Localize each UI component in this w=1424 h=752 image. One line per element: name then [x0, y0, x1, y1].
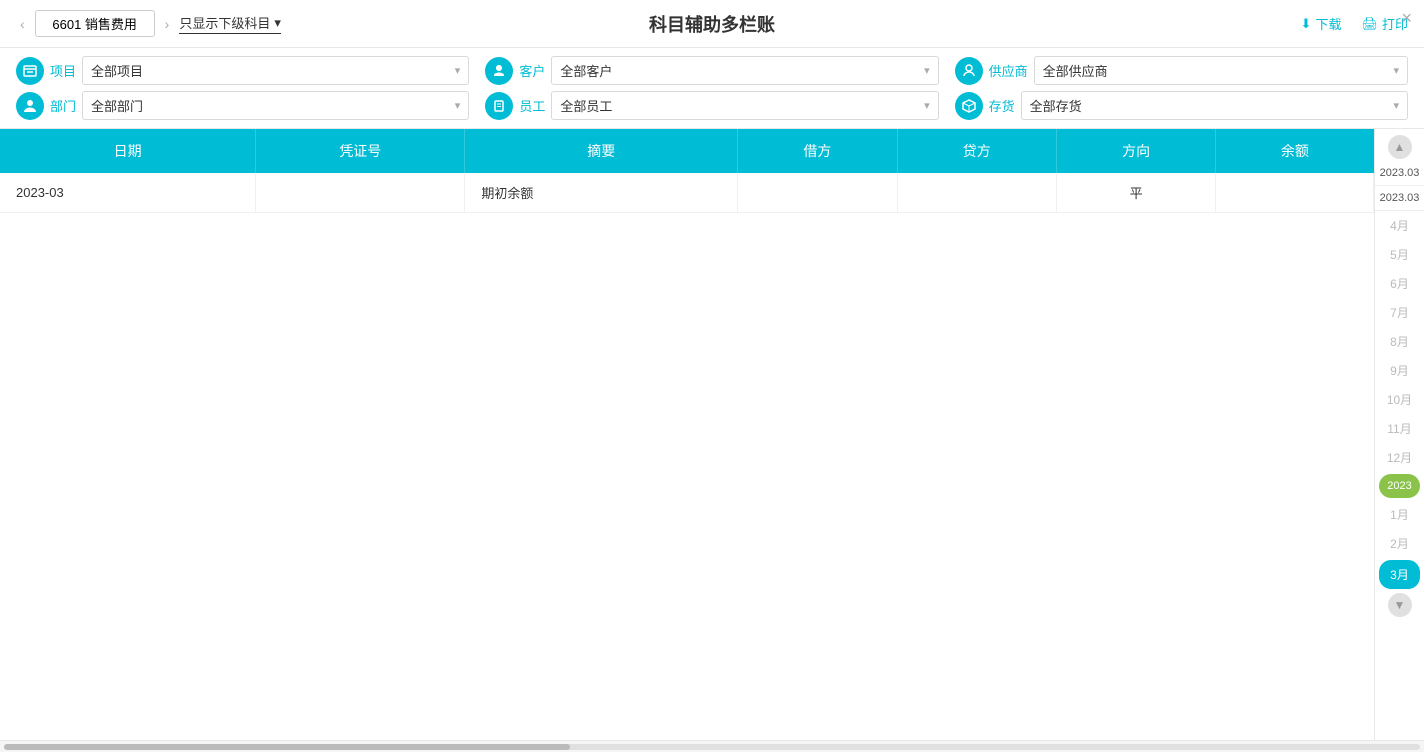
- customer-label: 客户: [519, 61, 545, 80]
- employee-label: 员工: [519, 96, 545, 115]
- title-actions: ⬇ 下载 🖨 打印 ×: [1301, 14, 1408, 33]
- customer-icon: [485, 57, 513, 85]
- col-voucher: 凭证号: [256, 129, 465, 173]
- customer-arrow: ▾: [924, 64, 930, 77]
- show-sub-arrow: ▾: [274, 15, 281, 31]
- content-area: 日期 凭证号 摘要 借方 贷方 方向 余额 2023-03 期初余额: [0, 129, 1424, 740]
- filter-row-1: 项目 全部项目 ▾ 客户 全部客户 ▾: [16, 56, 1408, 85]
- col-debit: 借方: [738, 129, 897, 173]
- nav-next-button[interactable]: ›: [161, 14, 174, 34]
- filter-bar: 项目 全部项目 ▾ 客户 全部客户 ▾: [0, 48, 1424, 129]
- supplier-value: 全部供应商: [1043, 61, 1108, 80]
- inventory-label: 存货: [989, 96, 1015, 115]
- ledger-table: 日期 凭证号 摘要 借方 贷方 方向 余额 2023-03 期初余额: [0, 129, 1374, 213]
- col-summary: 摘要: [465, 129, 738, 173]
- dept-label: 部门: [50, 96, 76, 115]
- timeline-month-5[interactable]: 5月: [1375, 240, 1424, 269]
- timeline-active-month[interactable]: 3月: [1379, 560, 1420, 589]
- project-select[interactable]: 全部项目 ▾: [82, 56, 469, 85]
- col-credit: 贷方: [897, 129, 1056, 173]
- main-window: ‹ 6601 销售费用 › 只显示下级科目 ▾ 科目辅助多栏账 ⬇ 下载 🖨 打…: [0, 0, 1424, 752]
- inventory-icon: [955, 92, 983, 120]
- show-sub-button[interactable]: 只显示下级科目 ▾: [179, 13, 281, 34]
- employee-icon: [485, 92, 513, 120]
- bottom-scrollbar[interactable]: [0, 740, 1424, 752]
- dept-value: 全部部门: [91, 96, 143, 115]
- project-value: 全部项目: [91, 61, 143, 80]
- cell-summary: 期初余额: [465, 173, 738, 213]
- employee-value: 全部员工: [560, 96, 612, 115]
- filter-item-inventory: 存货 全部存货 ▾: [955, 91, 1408, 120]
- employee-arrow: ▾: [924, 99, 930, 112]
- employee-select[interactable]: 全部员工 ▾: [551, 91, 938, 120]
- timeline-down-button[interactable]: ▼: [1388, 593, 1412, 617]
- project-icon: [16, 57, 44, 85]
- close-button[interactable]: ×: [1401, 8, 1412, 29]
- timeline-month-8[interactable]: 8月: [1375, 327, 1424, 356]
- inventory-select[interactable]: 全部存货 ▾: [1021, 91, 1408, 120]
- scroll-track[interactable]: [4, 744, 1420, 750]
- cell-voucher: [256, 173, 465, 213]
- supplier-label: 供应商: [989, 61, 1028, 80]
- table-header-row: 日期 凭证号 摘要 借方 贷方 方向 余额: [0, 129, 1374, 173]
- inventory-arrow: ▾: [1393, 99, 1399, 112]
- timeline-header-2: 2023.03: [1375, 186, 1424, 211]
- timeline-month-9[interactable]: 9月: [1375, 356, 1424, 385]
- nav-prev-button[interactable]: ‹: [16, 14, 29, 34]
- timeline-month-12[interactable]: 12月: [1375, 443, 1424, 472]
- timeline-month-1[interactable]: 1月: [1375, 500, 1424, 529]
- timeline-month-6[interactable]: 6月: [1375, 269, 1424, 298]
- timeline-month-4[interactable]: 4月: [1375, 211, 1424, 240]
- cell-direction: 平: [1056, 173, 1215, 213]
- cell-balance: [1216, 173, 1374, 213]
- filter-item-supplier: 供应商 全部供应商 ▾: [955, 56, 1408, 85]
- inventory-value: 全部存货: [1030, 96, 1082, 115]
- col-direction: 方向: [1056, 129, 1215, 173]
- customer-value: 全部客户: [560, 61, 612, 80]
- supplier-icon: [955, 57, 983, 85]
- timeline-month-2[interactable]: 2月: [1375, 529, 1424, 558]
- download-button[interactable]: ⬇ 下载: [1301, 14, 1342, 33]
- download-label: 下载: [1315, 14, 1341, 33]
- cell-credit: [897, 173, 1056, 213]
- account-code-display: 6601 销售费用: [35, 10, 155, 37]
- cell-debit: [738, 173, 897, 213]
- project-arrow: ▾: [455, 64, 461, 77]
- show-sub-label: 只显示下级科目: [179, 13, 270, 32]
- main-table-container[interactable]: 日期 凭证号 摘要 借方 贷方 方向 余额 2023-03 期初余额: [0, 129, 1374, 740]
- filter-item-customer: 客户 全部客户 ▾: [485, 56, 938, 85]
- title-left: ‹ 6601 销售费用 › 只显示下级科目 ▾: [16, 10, 281, 37]
- customer-select[interactable]: 全部客户 ▾: [551, 56, 938, 85]
- timeline-month-7[interactable]: 7月: [1375, 298, 1424, 327]
- filter-item-project: 项目 全部项目 ▾: [16, 56, 469, 85]
- dept-select[interactable]: 全部部门 ▾: [82, 91, 469, 120]
- timeline-month-11[interactable]: 11月: [1375, 414, 1424, 443]
- dept-arrow: ▾: [455, 99, 461, 112]
- project-label: 项目: [50, 61, 76, 80]
- download-icon: ⬇: [1301, 16, 1312, 32]
- timeline-month-10[interactable]: 10月: [1375, 385, 1424, 414]
- filter-row-2: 部门 全部部门 ▾ 员工 全部员工 ▾: [16, 91, 1408, 120]
- timeline-header-1: 2023.03: [1375, 161, 1424, 186]
- print-icon: 🖨: [1361, 16, 1378, 32]
- col-balance: 余额: [1216, 129, 1374, 173]
- timeline-panel: ▲ 2023.03 2023.03 4月 5月 6月 7月 8月 9月 10月 …: [1374, 129, 1424, 740]
- timeline-up-button[interactable]: ▲: [1388, 135, 1412, 159]
- title-bar: ‹ 6601 销售费用 › 只显示下级科目 ▾ 科目辅助多栏账 ⬇ 下载 🖨 打…: [0, 0, 1424, 48]
- scroll-thumb[interactable]: [4, 744, 570, 750]
- page-title: 科目辅助多栏账: [649, 11, 775, 37]
- col-date: 日期: [0, 129, 256, 173]
- timeline-year-badge[interactable]: 2023: [1379, 474, 1420, 498]
- supplier-select[interactable]: 全部供应商 ▾: [1034, 56, 1408, 85]
- table-row: 2023-03 期初余额 平: [0, 173, 1374, 213]
- supplier-arrow: ▾: [1393, 64, 1399, 77]
- filter-item-dept: 部门 全部部门 ▾: [16, 91, 469, 120]
- cell-date: 2023-03: [0, 173, 256, 213]
- dept-icon: [16, 92, 44, 120]
- filter-item-employee: 员工 全部员工 ▾: [485, 91, 938, 120]
